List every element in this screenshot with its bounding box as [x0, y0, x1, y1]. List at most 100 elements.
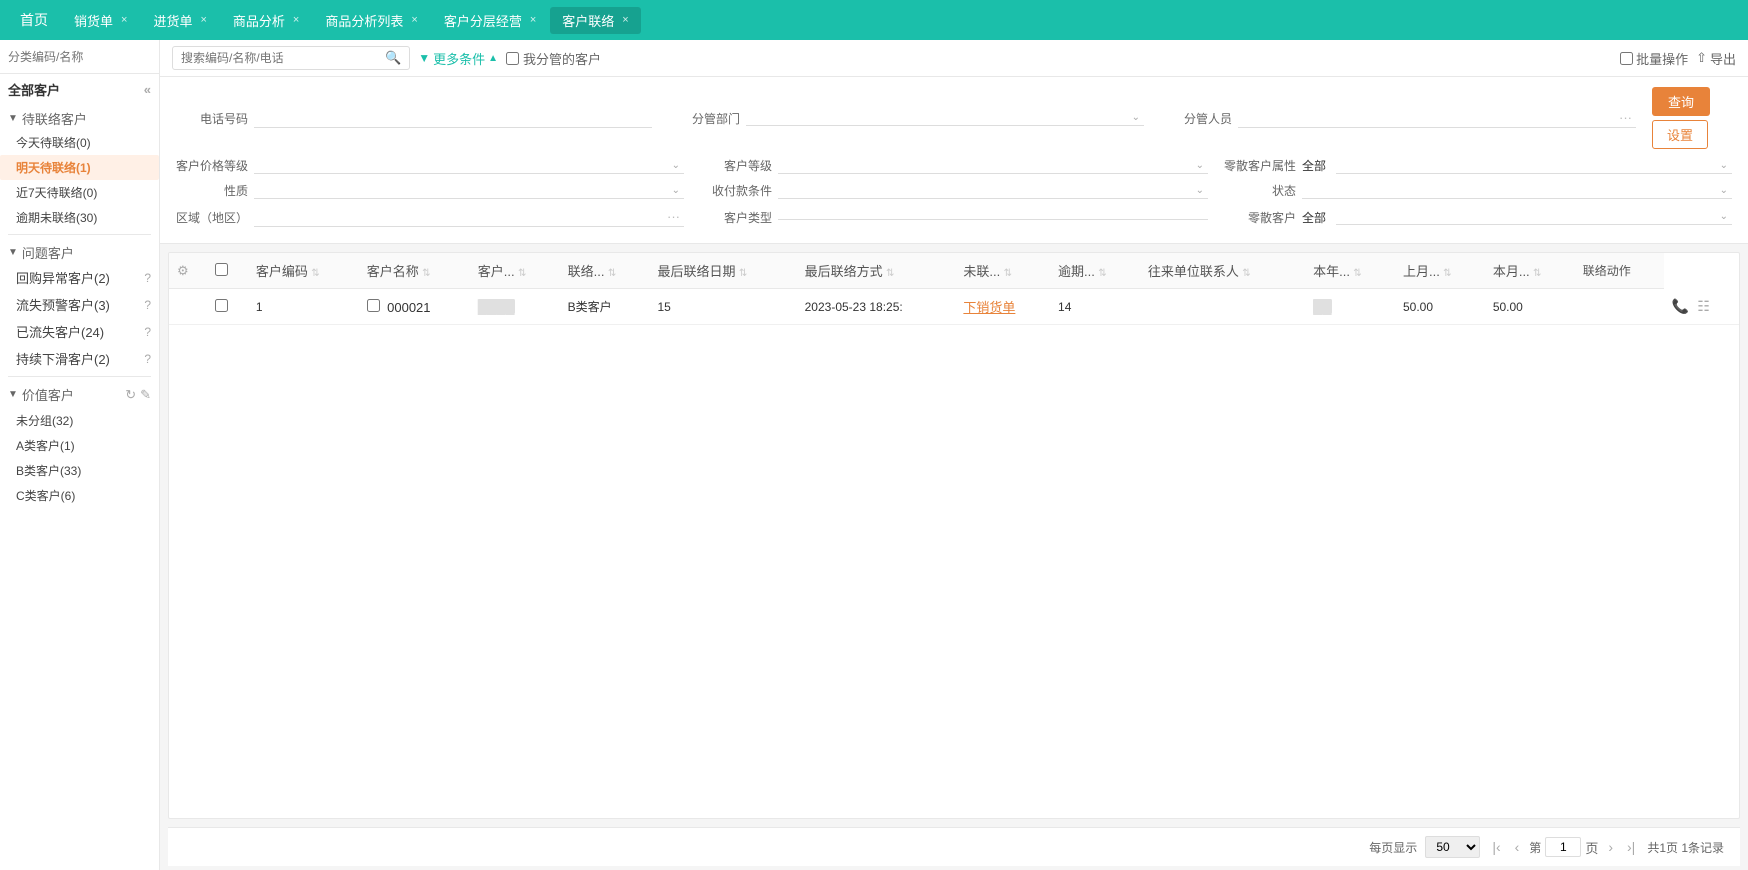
sidebar-item-week-contact[interactable]: 近7天待联络(0)	[0, 180, 159, 205]
sidebar-item-class-c[interactable]: C类客户(6)	[0, 483, 159, 508]
status-select[interactable]: ⌄	[1302, 183, 1732, 199]
my-customers-check[interactable]	[506, 52, 519, 65]
date-sort-icon: ⇅	[739, 268, 747, 279]
price-level-select[interactable]: ⌄	[254, 158, 684, 174]
col-this-month-header[interactable]: 本月... ⇅	[1485, 253, 1575, 289]
filter-field-price-level: 客户价格等级 ⌄	[176, 157, 684, 174]
nav-goods-analysis-list[interactable]: 商品分析列表 ×	[313, 7, 429, 34]
page-size-select[interactable]: 50 100 200	[1425, 836, 1480, 858]
prev-page-btn[interactable]: ‹	[1511, 837, 1524, 857]
nav-purchase[interactable]: 进货单 ×	[141, 7, 218, 34]
more-conditions-btn[interactable]: ▼ 更多条件 ▲	[418, 49, 498, 68]
payment-caret: ⌄	[1196, 185, 1204, 196]
sidebar-group-problem: ▼ 问题客户	[0, 239, 159, 264]
nav-goods-analysis-list-close[interactable]: ×	[411, 14, 417, 26]
row-code: 000021	[359, 289, 470, 325]
status-caret: ⌄	[1720, 185, 1728, 196]
col-last-month-header[interactable]: 上月... ⇅	[1395, 253, 1485, 289]
sidebar-item-repurchase-abnormal[interactable]: 回购异常客户(2) ?	[0, 264, 159, 291]
page-number-input[interactable]	[1545, 837, 1581, 857]
main-search-icon[interactable]: 🔍	[385, 50, 401, 66]
col-liaison-header[interactable]: 往来单位联系人 ⇅	[1140, 253, 1305, 289]
edit-icon[interactable]: ✎	[140, 387, 151, 403]
nav-home[interactable]: 首页	[8, 6, 60, 34]
row-last-method[interactable]: 下销货单	[955, 289, 1050, 325]
customer-level-select[interactable]: ⌄	[778, 158, 1208, 174]
settings-gear-icon[interactable]: ⚙	[177, 263, 189, 278]
retail-customer-select[interactable]: ⌄	[1336, 209, 1732, 225]
pagination-bar: 每页显示 50 100 200 |‹ ‹ 第 页 › ›| 共1页 1条记录	[168, 827, 1740, 866]
nav-goods-analysis[interactable]: 商品分析 ×	[221, 7, 311, 34]
payment-select[interactable]: ⌄	[778, 183, 1208, 199]
retail-attr-select[interactable]: ⌄	[1336, 158, 1732, 174]
nav-customer-tier[interactable]: 客户分层经营 ×	[432, 7, 548, 34]
sidebar-item-declining[interactable]: 持续下滑客户(2) ?	[0, 345, 159, 372]
sidebar-item-ungrouped[interactable]: 未分组(32)	[0, 408, 159, 433]
select-all-checkbox[interactable]	[215, 263, 228, 276]
batch-checkbox[interactable]	[1620, 52, 1633, 65]
nav-customer-tier-close[interactable]: ×	[530, 14, 536, 26]
sidebar-item-class-b[interactable]: B类客户(33)	[0, 458, 159, 483]
nav-sales-close[interactable]: ×	[121, 14, 127, 26]
qrcode-action-icon[interactable]: ☷	[1697, 298, 1710, 315]
sidebar-item-overdue-contact[interactable]: 逾期未联络(30)	[0, 205, 159, 230]
col-overdue-header[interactable]: 逾期... ⇅	[1050, 253, 1140, 289]
sidebar-item-class-a[interactable]: A类客户(1)	[0, 433, 159, 458]
sidebar-item-today-contact[interactable]: 今天待联络(0)	[0, 130, 159, 155]
col-last-date-header[interactable]: 最后联络日期 ⇅	[649, 253, 796, 289]
method-sort-icon: ⇅	[886, 268, 894, 279]
phone-input-wrap	[254, 109, 652, 128]
my-customers-checkbox[interactable]: 我分管的客户	[506, 49, 601, 68]
right-actions: 批量操作 ⇧ 导出	[1620, 49, 1736, 68]
nav-customer-contact-close[interactable]: ×	[622, 14, 628, 26]
row-code-checkbox[interactable]	[367, 299, 380, 312]
last-method-link[interactable]: 下销货单	[963, 300, 1015, 315]
action-icons: 📞 ☷	[1672, 298, 1731, 315]
col-type-header[interactable]: 客户... ⇅	[470, 253, 560, 289]
liaison-sort-icon: ⇅	[1242, 268, 1250, 279]
customer-type-select[interactable]	[778, 215, 1208, 220]
col-code-header[interactable]: 客户编码 ⇅	[248, 253, 359, 289]
col-contact-count-header[interactable]: 联络... ⇅	[560, 253, 650, 289]
col-settings-header[interactable]: ⚙	[169, 253, 207, 289]
region-select[interactable]: ···	[254, 207, 684, 227]
nav-goods-analysis-close[interactable]: ×	[293, 14, 299, 26]
row-actions: 📞 ☷	[1664, 289, 1739, 325]
filter-row-4: 区域（地区） ··· 客户类型 零散客户 全部	[176, 207, 1732, 227]
refresh-icon[interactable]: ↻	[125, 387, 136, 403]
branch-person-select[interactable]: ···	[1238, 108, 1636, 128]
table-row: 1 000021 ████ B类客户 15 2023-05-23 18:25: …	[169, 289, 1739, 325]
main-search-input[interactable]	[181, 51, 381, 65]
last-page-btn[interactable]: ›|	[1623, 837, 1639, 857]
export-btn[interactable]: ⇧ 导出	[1696, 49, 1736, 68]
next-page-btn[interactable]: ›	[1604, 837, 1617, 857]
nav-sales[interactable]: 销货单 ×	[62, 7, 139, 34]
filter-field-nature: 性质 ⌄	[176, 182, 684, 199]
col-no-contact-header[interactable]: 未联... ⇅	[955, 253, 1050, 289]
col-name-header[interactable]: 客户名称 ⇅	[359, 253, 470, 289]
nav-purchase-close[interactable]: ×	[200, 14, 206, 26]
sidebar-search-input[interactable]	[8, 50, 160, 64]
phone-input[interactable]	[258, 111, 648, 125]
search-wrap: 🔍	[172, 46, 410, 70]
col-checkbox-header[interactable]	[207, 253, 247, 289]
row-select-checkbox[interactable]	[215, 299, 228, 312]
sidebar-all-customers[interactable]: 全部客户 «	[0, 74, 159, 105]
sidebar-item-churned[interactable]: 已流失客户(24) ?	[0, 318, 159, 345]
query-btn[interactable]: 查询	[1652, 87, 1710, 116]
batch-op-btn[interactable]: 批量操作	[1620, 49, 1688, 68]
nature-select[interactable]: ⌄	[254, 183, 684, 199]
col-this-year-header[interactable]: 本年... ⇅	[1305, 253, 1395, 289]
first-page-btn[interactable]: |‹	[1488, 837, 1504, 857]
filter-row-2: 客户价格等级 ⌄ 客户等级 ⌄ 零散客户属性 全部	[176, 157, 1732, 174]
help-icon-2: ?	[144, 298, 151, 312]
filter-field-customer-level: 客户等级 ⌄	[700, 157, 1208, 174]
sidebar-item-churn-warning[interactable]: 流失预警客户(3) ?	[0, 291, 159, 318]
sidebar-item-tomorrow-contact[interactable]: 明天待联络(1)	[0, 155, 159, 180]
col-last-method-header[interactable]: 最后联络方式 ⇅	[797, 253, 956, 289]
setting-btn[interactable]: 设置	[1652, 120, 1708, 149]
phone-action-icon[interactable]: 📞	[1672, 298, 1689, 315]
branch-dept-select[interactable]: ⌄	[746, 110, 1144, 126]
nav-customer-contact[interactable]: 客户联络 ×	[550, 7, 640, 34]
row-checkbox[interactable]	[207, 289, 247, 325]
